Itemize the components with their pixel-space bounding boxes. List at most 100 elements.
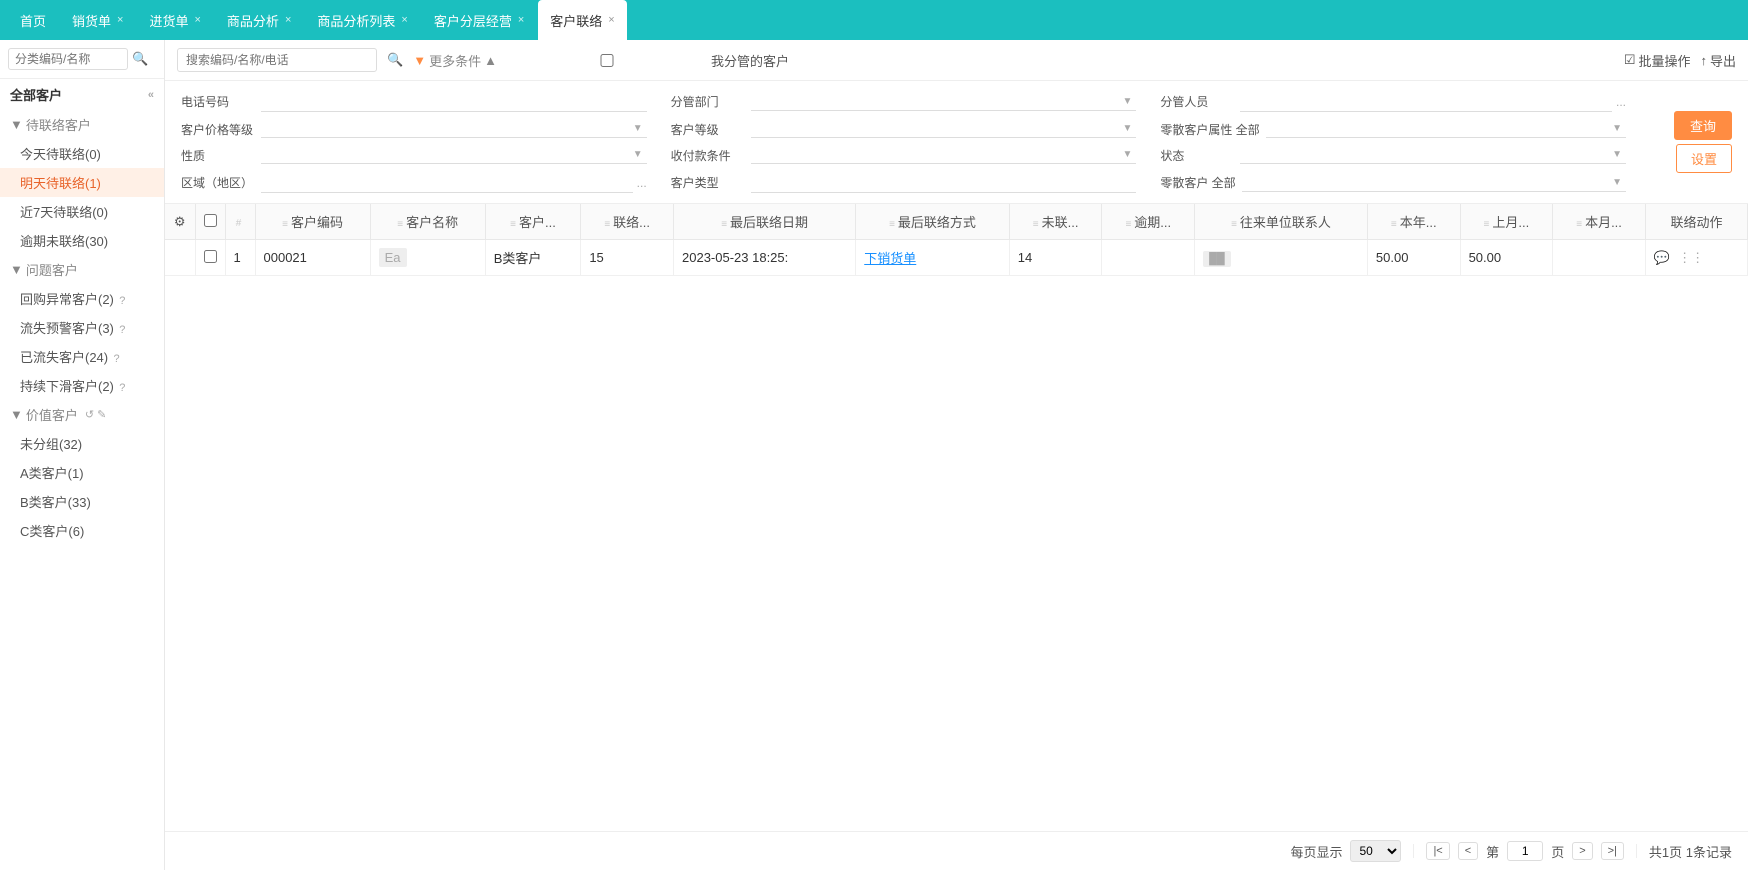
- filter-dots-region[interactable]: ...: [637, 176, 647, 190]
- sidebar-all-customers[interactable]: 全部客户 «: [0, 79, 164, 110]
- filter-row-4: 区域（地区） ... 客户类型 零散客户 全部: [181, 172, 1626, 193]
- cell-last-contact-method: 下销货单: [856, 240, 1010, 276]
- per-page-select[interactable]: 50 100 200: [1350, 840, 1401, 862]
- nav-product-analysis-close[interactable]: ×: [285, 14, 291, 26]
- filter-label-customer-type: 客户类型: [671, 174, 751, 191]
- filter-label-retail-attr: 零散客户属性 全部: [1160, 121, 1265, 138]
- filter-cell-customer-level: 客户等级 ▼: [671, 120, 1137, 138]
- filter-select-nature[interactable]: ▼: [261, 146, 647, 164]
- main-layout: 🔍 全部客户 « ▼ 待联络客户 今天待联络(0) 明天待联络(1) 近7天待联…: [0, 40, 1748, 870]
- nav-product-analysis-list-close[interactable]: ×: [401, 14, 407, 26]
- content-area: 🔍 ▼ 更多条件 ▲ 我分管的客户 ☑ 批量操作 ↑ 导出: [165, 40, 1748, 870]
- filter-panel: 电话号码 分管部门 ▼ 分管人员: [165, 81, 1748, 204]
- filter-select-status[interactable]: ▼: [1240, 146, 1626, 164]
- main-search-button[interactable]: 🔍: [387, 52, 403, 68]
- sidebar-item-unclassified[interactable]: 未分组(32): [0, 429, 164, 458]
- select-all-checkbox[interactable]: [204, 214, 217, 227]
- sidebar-item-declining[interactable]: 持续下滑客户(2) ?: [0, 371, 164, 400]
- my-customers-checkbox[interactable]: [507, 54, 707, 67]
- filter-input-region[interactable]: [261, 172, 633, 193]
- nav-sales[interactable]: 销货单 ×: [60, 0, 135, 40]
- filter-dots-manager[interactable]: ...: [1616, 95, 1626, 109]
- nav-product-analysis-list[interactable]: 商品分析列表 ×: [305, 0, 419, 40]
- col-overdue: ≡逾期...: [1102, 204, 1195, 240]
- nav-customer-contact[interactable]: 客户联络 ×: [538, 0, 626, 40]
- cell-this-month: [1553, 240, 1646, 276]
- prev-page-button[interactable]: <: [1458, 842, 1478, 860]
- filter-label-customer-level: 客户等级: [671, 121, 751, 138]
- next-page-button[interactable]: >: [1572, 842, 1592, 860]
- triangle-icon2: ▼: [10, 262, 23, 277]
- filter-select-payment[interactable]: ▼: [751, 146, 1137, 164]
- batch-ops-button[interactable]: ☑ 批量操作: [1624, 51, 1691, 70]
- nav-home[interactable]: 首页: [8, 0, 58, 40]
- more-conditions-button[interactable]: ▼ 更多条件 ▲: [413, 51, 497, 70]
- main-search-input[interactable]: [177, 48, 377, 72]
- export-button[interactable]: ↑ 导出: [1700, 51, 1736, 70]
- action-icons: 💬 ⋮⋮: [1654, 250, 1739, 266]
- grid-icon[interactable]: ⋮⋮: [1678, 250, 1704, 266]
- sidebar-item-repurchase-anomaly[interactable]: 回购异常客户(2) ?: [0, 284, 164, 313]
- col-company-contact: ≡往来单位联系人: [1195, 204, 1368, 240]
- sidebar-item-class-a[interactable]: A类客户(1): [0, 458, 164, 487]
- sidebar-item-class-b[interactable]: B类客户(33): [0, 487, 164, 516]
- filter-input-manager[interactable]: [1240, 91, 1612, 112]
- nav-purchase-close[interactable]: ×: [194, 14, 200, 26]
- nav-product-analysis[interactable]: 商品分析 ×: [215, 0, 303, 40]
- cell-name: Ea: [370, 240, 485, 276]
- total-records: 共1页 1条记录: [1649, 842, 1732, 861]
- filter-cell-status: 状态 ▼: [1160, 146, 1626, 164]
- filter-select-dept[interactable]: ▼: [751, 93, 1137, 111]
- settings-button[interactable]: 设置: [1676, 144, 1732, 173]
- cell-overdue: [1102, 240, 1195, 276]
- cell-last-contact-date: 2023-05-23 18:25:: [674, 240, 856, 276]
- cell-settings-action: [165, 240, 195, 276]
- cell-code: 000021: [255, 240, 370, 276]
- checkbox-icon: ☑: [1624, 52, 1636, 68]
- cell-type: B类客户: [485, 240, 581, 276]
- page-input[interactable]: [1507, 841, 1543, 861]
- nav-purchase[interactable]: 进货单 ×: [137, 0, 212, 40]
- search-bar: 🔍 ▼ 更多条件 ▲ 我分管的客户 ☑ 批量操作 ↑ 导出: [165, 40, 1748, 81]
- filter-select-customer-level[interactable]: ▼: [751, 120, 1137, 138]
- my-customers-checkbox-label[interactable]: 我分管的客户: [507, 51, 789, 70]
- filter-cell-payment: 收付款条件 ▼: [671, 146, 1137, 164]
- sidebar-item-lost[interactable]: 已流失客户(24) ?: [0, 342, 164, 371]
- triangle-icon: ▼: [10, 117, 23, 132]
- sidebar-item-tomorrow[interactable]: 明天待联络(1): [0, 168, 164, 197]
- filter-select-retail-customer[interactable]: ▼: [1242, 174, 1626, 192]
- filter-select-price-level[interactable]: ▼: [261, 120, 647, 138]
- sidebar-item-overdue[interactable]: 逾期未联络(30): [0, 226, 164, 255]
- sidebar-group-problem[interactable]: ▼ 问题客户: [0, 255, 164, 284]
- filter-select-retail-attr[interactable]: ▼: [1266, 120, 1626, 138]
- row-checkbox[interactable]: [204, 250, 217, 263]
- sidebar-item-7days[interactable]: 近7天待联络(0): [0, 197, 164, 226]
- nav-customer-layer[interactable]: 客户分层经营 ×: [422, 0, 536, 40]
- comment-icon[interactable]: 💬: [1654, 250, 1670, 266]
- sidebar-group-value[interactable]: ▼ 价值客户 ↺ ✎: [0, 400, 164, 429]
- nav-customer-layer-close[interactable]: ×: [518, 14, 524, 26]
- col-settings[interactable]: ⚙: [165, 204, 195, 240]
- cell-checkbox: [195, 240, 225, 276]
- caret-nature-icon: ▼: [633, 149, 643, 160]
- contact-method-link[interactable]: 下销货单: [864, 251, 916, 266]
- nav-customer-contact-close[interactable]: ×: [608, 14, 614, 26]
- filter-cell-phone: 电话号码: [181, 91, 647, 112]
- sidebar-collapse-icon[interactable]: «: [148, 89, 154, 101]
- cell-contact: 15: [581, 240, 674, 276]
- filter-input-customer-type[interactable]: [751, 172, 1137, 193]
- sidebar-search-icon[interactable]: 🔍: [132, 51, 148, 67]
- sidebar-item-today[interactable]: 今天待联络(0): [0, 139, 164, 168]
- filter-label-price-level: 客户价格等级: [181, 121, 261, 138]
- sidebar-group-pending[interactable]: ▼ 待联络客户: [0, 110, 164, 139]
- col-last-month: ≡上月...: [1460, 204, 1553, 240]
- sidebar-item-class-c[interactable]: C类客户(6): [0, 516, 164, 545]
- sidebar-search-input[interactable]: [8, 48, 128, 70]
- cell-this-year: 50.00: [1367, 240, 1460, 276]
- nav-sales-close[interactable]: ×: [117, 14, 123, 26]
- sidebar-item-churn-risk[interactable]: 流失预警客户(3) ?: [0, 313, 164, 342]
- filter-input-phone[interactable]: [261, 91, 647, 112]
- first-page-button[interactable]: |<: [1426, 842, 1449, 860]
- last-page-button[interactable]: >|: [1601, 842, 1624, 860]
- query-button[interactable]: 查询: [1674, 111, 1732, 140]
